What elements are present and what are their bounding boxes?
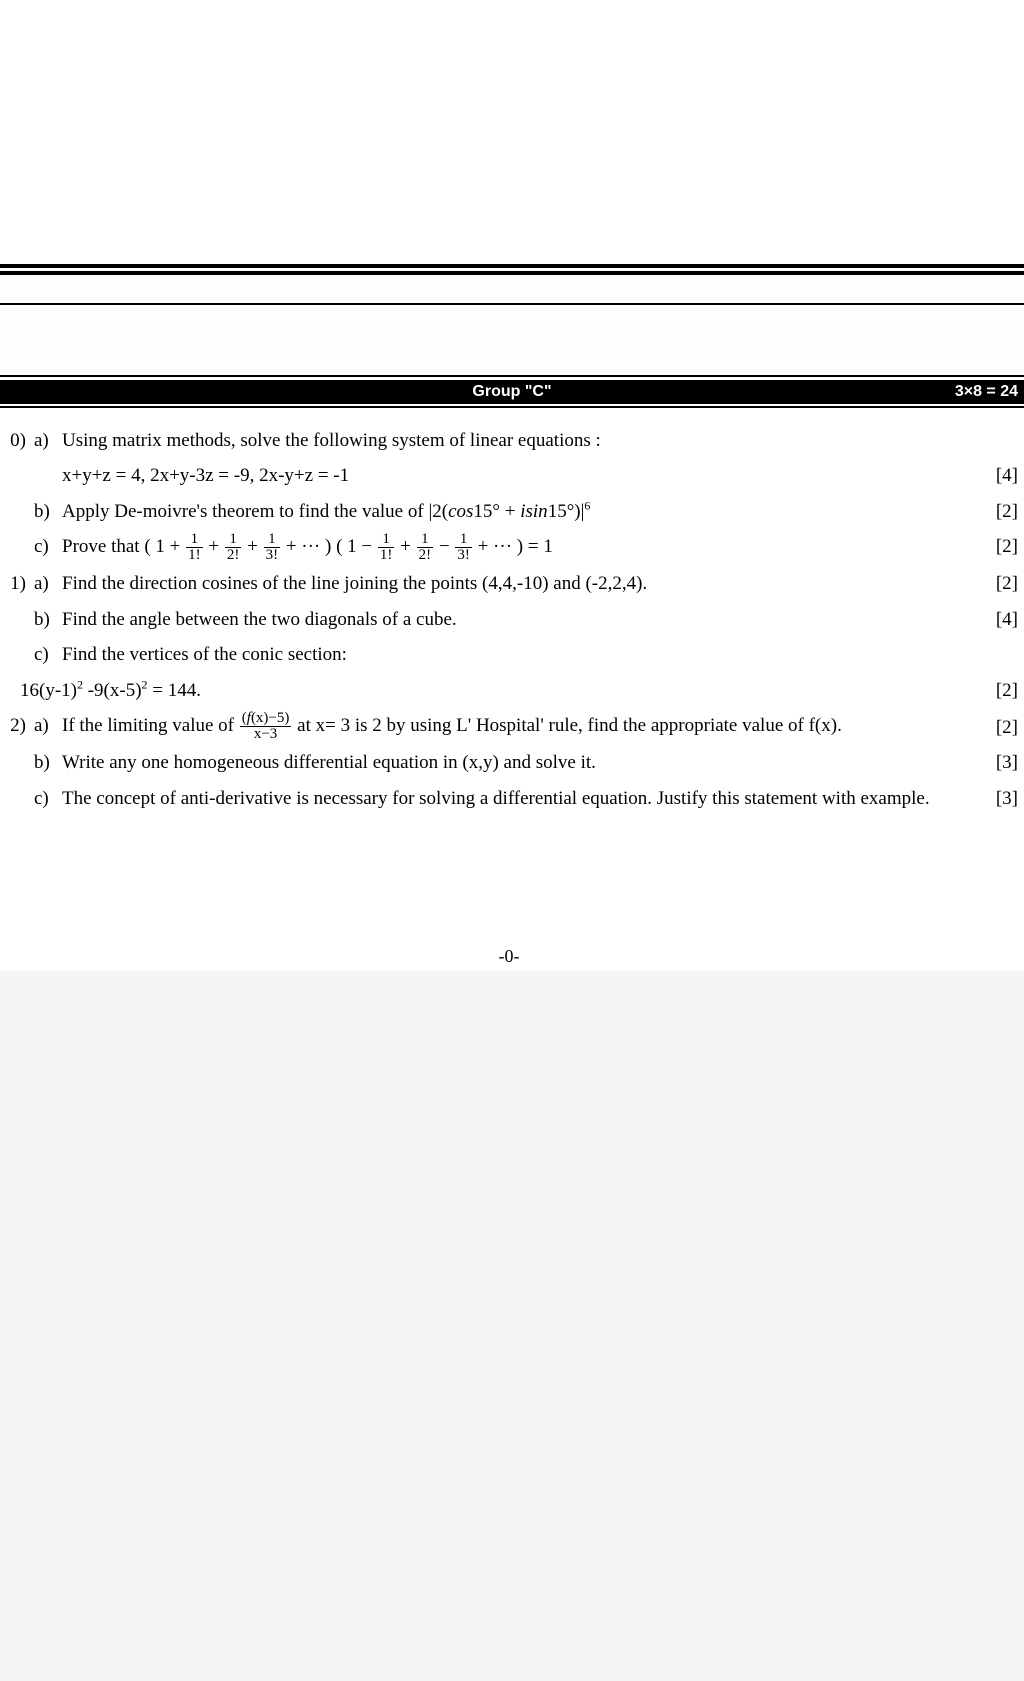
spacer	[0, 275, 1024, 303]
spacer	[0, 305, 1024, 375]
question-row: b) Find the angle between the two diagon…	[0, 605, 1018, 634]
part-label: a)	[34, 711, 62, 740]
marks: [2]	[978, 497, 1018, 526]
top-whitespace	[0, 0, 1024, 264]
question-text: If the limiting value of (f(x)−5)x−3 at …	[62, 711, 978, 742]
marks: [3]	[978, 784, 1018, 813]
part-label: c)	[34, 640, 62, 669]
question-row: c) Prove that ( 1 + 11! + 12! + 13! + ··…	[0, 532, 1018, 563]
equation-row: x+y+z = 4, 2x+y-3z = -9, 2x-y+z = -1 [4]	[62, 461, 1018, 490]
question-text: Find the vertices of the conic section:	[62, 640, 978, 669]
group-label: Group "C"	[472, 383, 551, 400]
part-label: a)	[34, 569, 62, 598]
question-number: 1)	[0, 569, 34, 598]
equation-text: 16(y-1)2 -9(x-5)2 = 144.	[20, 676, 978, 705]
question-text: The concept of anti-derivative is necess…	[62, 784, 978, 813]
group-header: Group "C" 3×8 = 24	[0, 380, 1024, 404]
question-number: 0)	[0, 426, 34, 455]
page: Group "C" 3×8 = 24 0) a) Using matrix me…	[0, 0, 1024, 971]
page-footer: -0-	[0, 943, 1018, 971]
part-label: b)	[34, 605, 62, 634]
part-label: c)	[34, 784, 62, 813]
question-row: c) Find the vertices of the conic sectio…	[0, 640, 1018, 669]
part-label: b)	[34, 748, 62, 777]
question-number: 2)	[0, 711, 34, 740]
question-row: c) The concept of anti-derivative is nec…	[0, 784, 1018, 813]
marks: [2]	[978, 569, 1018, 598]
marks: [2]	[978, 713, 1018, 742]
part-label: a)	[34, 426, 62, 455]
marks: [4]	[978, 461, 1018, 490]
marks: [3]	[978, 748, 1018, 777]
question-row: b) Write any one homogeneous differentia…	[0, 748, 1018, 777]
question-text: Find the angle between the two diagonals…	[62, 605, 978, 634]
question-text: Write any one homogeneous differential e…	[62, 748, 978, 777]
question-row: 2) a) If the limiting value of (f(x)−5)x…	[0, 711, 1018, 742]
part-label: c)	[34, 532, 62, 561]
part-label: b)	[34, 497, 62, 526]
question-text: Find the direction cosines of the line j…	[62, 569, 978, 598]
marks: [2]	[978, 532, 1018, 561]
marks: [2]	[978, 676, 1018, 705]
question-text: Apply De-moivre's theorem to find the va…	[62, 497, 978, 526]
question-row: 0) a) Using matrix methods, solve the fo…	[0, 426, 1018, 455]
equation-row: 16(y-1)2 -9(x-5)2 = 144. [2]	[20, 676, 1018, 705]
group-score: 3×8 = 24	[955, 380, 1018, 404]
question-row: 1) a) Find the direction cosines of the …	[0, 569, 1018, 598]
question-text: Prove that ( 1 + 11! + 12! + 13! + ··· )…	[62, 532, 978, 563]
question-text: Using matrix methods, solve the followin…	[62, 426, 978, 455]
equation-text: x+y+z = 4, 2x+y-3z = -9, 2x-y+z = -1	[62, 461, 978, 490]
question-row: b) Apply De-moivre's theorem to find the…	[0, 497, 1018, 526]
content-area: 0) a) Using matrix methods, solve the fo…	[0, 408, 1024, 971]
marks: [4]	[978, 605, 1018, 634]
